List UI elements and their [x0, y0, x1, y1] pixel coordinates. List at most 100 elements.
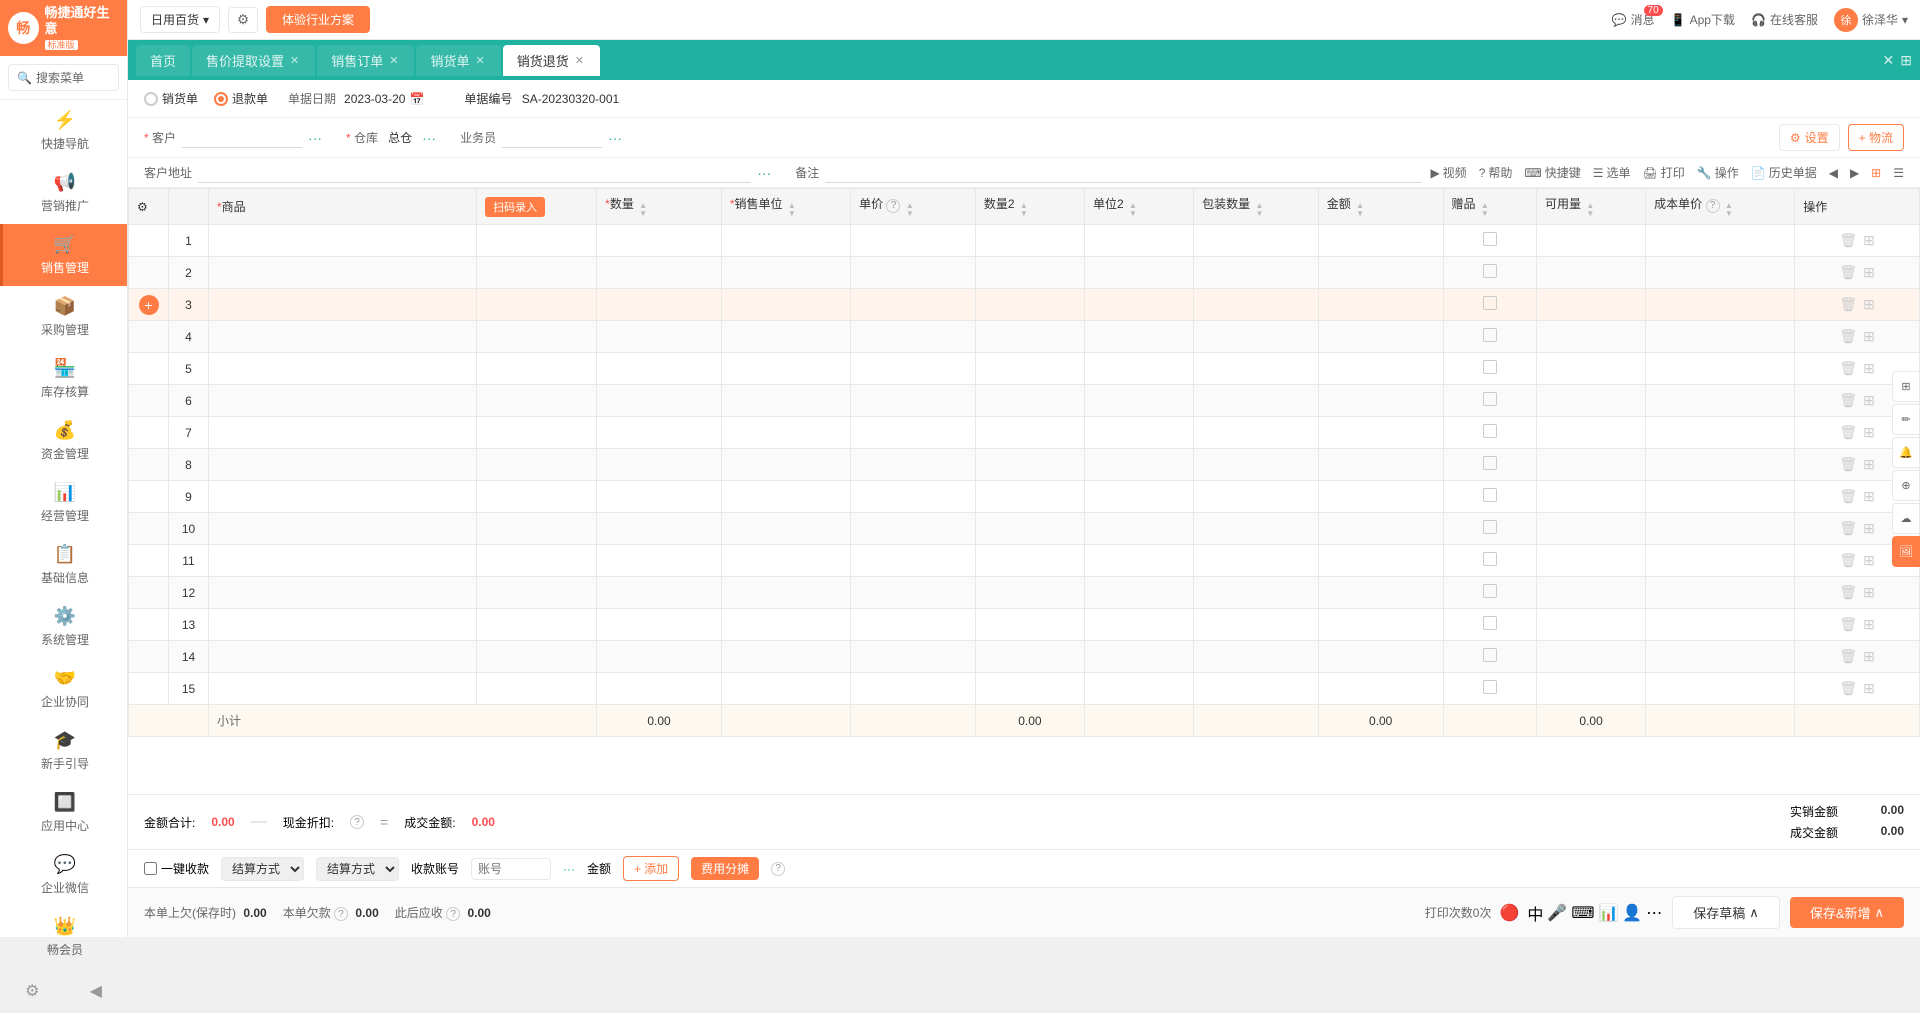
delete-row-icon-7[interactable]: 🗑 [1839, 424, 1857, 441]
row-cost-cell[interactable] [1646, 289, 1795, 321]
row-cost-cell[interactable] [1646, 609, 1795, 641]
row-qty-cell[interactable] [597, 641, 722, 673]
gift-checkbox-7[interactable] [1483, 424, 1497, 438]
row-price-cell[interactable] [851, 481, 976, 513]
row-price-cell[interactable] [851, 353, 976, 385]
split-button[interactable]: 费用分摊 [691, 857, 759, 880]
row-available-cell[interactable] [1537, 545, 1646, 577]
address-dots[interactable]: ··· [757, 165, 771, 181]
sidebar-item-quicknav[interactable]: ⚡ 快捷导航 [0, 100, 127, 162]
row-available-cell[interactable] [1537, 289, 1646, 321]
row-amount-cell[interactable] [1318, 609, 1443, 641]
copy-row-icon-8[interactable]: ⊞ [1863, 456, 1875, 473]
owe-info-icon[interactable]: ? [334, 907, 348, 921]
row-gift-cell[interactable] [1443, 513, 1537, 545]
row-available-cell[interactable] [1537, 577, 1646, 609]
row-price-cell[interactable] [851, 449, 976, 481]
product-input-1[interactable] [217, 234, 468, 248]
row-product-cell[interactable] [209, 577, 477, 609]
row-available-cell[interactable] [1537, 609, 1646, 641]
row-pack-cell[interactable] [1194, 353, 1319, 385]
row-gift-cell[interactable] [1443, 545, 1537, 577]
row-gift-cell[interactable] [1443, 673, 1537, 705]
product-input-9[interactable] [217, 490, 468, 504]
row-product-cell[interactable] [209, 417, 477, 449]
row-amount-cell[interactable] [1318, 385, 1443, 417]
row-qty2-cell[interactable] [975, 641, 1084, 673]
save-new-button[interactable]: 保存&新增 ∧ [1790, 897, 1904, 928]
row-unit-cell[interactable] [721, 385, 850, 417]
tab-sale-price[interactable]: 售价提取设置 ✕ [192, 45, 315, 76]
row-qty-cell[interactable] [597, 385, 722, 417]
table-icon[interactable]: 📊 [1598, 903, 1618, 923]
row-cost-cell[interactable] [1646, 385, 1795, 417]
row-product-cell[interactable] [209, 481, 477, 513]
copy-row-icon-13[interactable]: ⊞ [1863, 616, 1875, 633]
copy-row-icon-14[interactable]: ⊞ [1863, 648, 1875, 665]
delete-row-icon-11[interactable]: 🗑 [1839, 552, 1857, 569]
tab-sale-order-close[interactable]: ✕ [387, 54, 400, 67]
right-panel-btn-5[interactable]: ☁ [1892, 503, 1920, 534]
add-payment-button[interactable]: + 添加 [623, 856, 679, 881]
input-icon[interactable]: 中 [1527, 901, 1543, 925]
row-amount-cell[interactable] [1318, 321, 1443, 353]
row-unit2-cell[interactable] [1084, 481, 1193, 513]
gift-checkbox-9[interactable] [1483, 488, 1497, 502]
sidebar-item-system[interactable]: ⚙️ 系统管理 [0, 596, 127, 658]
right-panel-btn-2[interactable]: ✏ [1892, 404, 1920, 435]
copy-row-icon-11[interactable]: ⊞ [1863, 552, 1875, 569]
split-info-icon[interactable]: ? [771, 862, 785, 876]
settings-button[interactable]: ⚙ 设置 [1779, 124, 1840, 151]
save-draft-button[interactable]: 保存草稿 ∧ [1672, 896, 1780, 929]
row-amount-cell[interactable] [1318, 289, 1443, 321]
row-qty2-cell[interactable] [975, 449, 1084, 481]
row-price-cell[interactable] [851, 321, 976, 353]
row-pack-cell[interactable] [1194, 641, 1319, 673]
delete-row-icon-6[interactable]: 🗑 [1839, 392, 1857, 409]
grid-view-button[interactable]: ⊞ [1871, 166, 1881, 180]
delete-row-icon-1[interactable]: 🗑 [1839, 232, 1857, 249]
row-qty-cell[interactable] [597, 545, 722, 577]
row-gift-cell[interactable] [1443, 481, 1537, 513]
row-gift-cell[interactable] [1443, 321, 1537, 353]
delete-row-icon-10[interactable]: 🗑 [1839, 520, 1857, 537]
user-icon2[interactable]: 👤 [1622, 903, 1642, 923]
product-input-15[interactable] [217, 682, 468, 696]
copy-row-icon-3[interactable]: ⊞ [1863, 296, 1875, 313]
row-qty2-cell[interactable] [975, 289, 1084, 321]
row-amount-cell[interactable] [1318, 257, 1443, 289]
radio-return[interactable]: 退款单 [214, 90, 268, 107]
right-panel-btn-6[interactable]: 🖼 [1892, 536, 1920, 567]
row-cost-cell[interactable] [1646, 481, 1795, 513]
copy-row-icon-9[interactable]: ⊞ [1863, 488, 1875, 505]
row-pack-cell[interactable] [1194, 673, 1319, 705]
gift-sort-icon[interactable]: ▲▼ [1481, 202, 1489, 218]
row-gift-cell[interactable] [1443, 641, 1537, 673]
settlement-select[interactable]: 结算方式 [221, 857, 304, 881]
row-unit-cell[interactable] [721, 481, 850, 513]
account-dots[interactable]: ··· [563, 862, 575, 876]
row-cost-cell[interactable] [1646, 545, 1795, 577]
row-cost-cell[interactable] [1646, 449, 1795, 481]
tab-sale-goods[interactable]: 销货单 ✕ [416, 45, 500, 76]
right-panel-btn-3[interactable]: 🔔 [1892, 437, 1920, 468]
product-input-4[interactable] [217, 330, 468, 344]
copy-row-icon-4[interactable]: ⊞ [1863, 328, 1875, 345]
customer-dots[interactable]: ··· [308, 130, 322, 146]
row-price-cell[interactable] [851, 609, 976, 641]
row-product-cell[interactable] [209, 673, 477, 705]
row-qty-cell[interactable] [597, 577, 722, 609]
th-scan[interactable]: 扫码录入 [477, 189, 597, 225]
prev-doc-button[interactable]: ◀ [1829, 166, 1838, 180]
sidebar-item-purchase[interactable]: 📦 采购管理 [0, 286, 127, 348]
tab-maximize-button[interactable]: ⊞ [1900, 52, 1912, 69]
message-button[interactable]: 💬 消息 70 [1612, 11, 1655, 28]
row-qty-cell[interactable] [597, 609, 722, 641]
experience-button[interactable]: 体验行业方案 [266, 6, 370, 33]
row-qty2-cell[interactable] [975, 577, 1084, 609]
row-available-cell[interactable] [1537, 385, 1646, 417]
discount-info-icon[interactable]: ? [350, 815, 364, 829]
row-amount-cell[interactable] [1318, 577, 1443, 609]
cost-info-icon[interactable]: ? [1706, 199, 1720, 213]
mic-icon[interactable]: 🎤 [1547, 903, 1567, 923]
